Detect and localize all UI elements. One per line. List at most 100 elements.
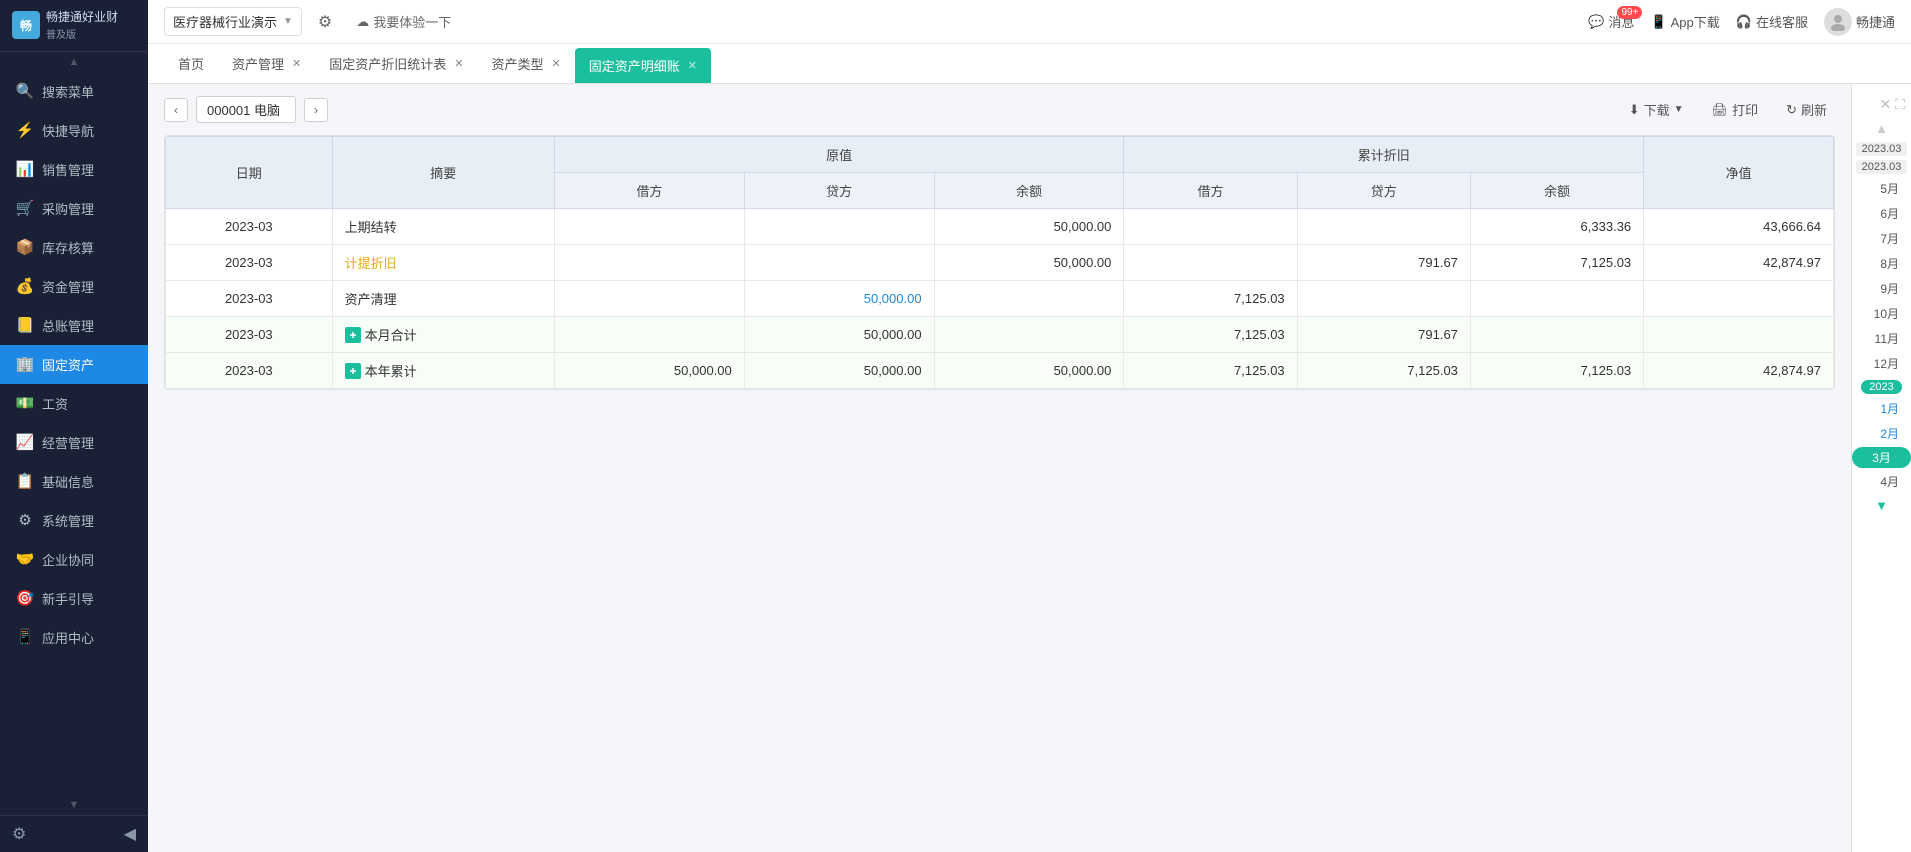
toolbar-right: ⬇ 下载 ▼ 🖨 打印 ↻ 刷新	[1621, 96, 1835, 123]
th-acc-credit: 贷方	[1297, 173, 1470, 209]
data-table: 日期 摘要 原值 累计折旧 净值 借方 贷方 余额 借方 贷方 余额	[164, 135, 1835, 390]
cell-orig-debit	[554, 209, 744, 245]
company-selector[interactable]: 医疗器械行业演示 ▼	[164, 7, 302, 36]
timeline-month-6[interactable]: 6月	[1852, 201, 1911, 226]
tab-asset-detail[interactable]: 固定资产明细账 ✕	[575, 48, 711, 83]
timeline-scroll-up[interactable]: ▲	[1871, 117, 1892, 140]
cell-orig-credit: 50,000.00	[744, 317, 934, 353]
sidebar-item-company-collab[interactable]: 🤝 企业协同	[0, 540, 148, 579]
tab-depreciation-close[interactable]: ✕	[454, 57, 463, 70]
table-row: 2023-03 资产清理 50,000.00 7,125.03	[166, 281, 1834, 317]
timeline-month-10[interactable]: 10月	[1852, 301, 1911, 326]
sidebar-item-ledger[interactable]: 📒 总账管理	[0, 306, 148, 345]
sidebar-item-inventory[interactable]: 📦 库存核算	[0, 228, 148, 267]
sidebar-item-system[interactable]: ⚙ 系统管理	[0, 501, 148, 540]
sidebar-item-label: 总账管理	[42, 316, 94, 335]
settings-bottom-icon[interactable]: ⚙	[12, 824, 26, 844]
logo-name: 畅捷通好业财	[46, 10, 118, 26]
timeline-month-3-active[interactable]: 3月	[1852, 447, 1911, 468]
cell-acc-debit: 7,125.03	[1124, 281, 1297, 317]
experience-button[interactable]: ☁ 我要体验一下	[356, 12, 451, 31]
message-button[interactable]: 💬 消息 99+	[1588, 12, 1634, 31]
th-acc-balance: 余额	[1470, 173, 1643, 209]
print-button[interactable]: 🖨 打印	[1704, 96, 1767, 123]
timeline-month-5[interactable]: 5月	[1852, 176, 1911, 201]
cell-net-value: 42,874.97	[1644, 353, 1834, 389]
sidebar-item-purchase[interactable]: 🛒 采购管理	[0, 189, 148, 228]
header-right: 💬 消息 99+ 📱 App下载 🎧 在线客服 畅捷通	[1588, 8, 1895, 36]
table-row: 2023-03 本年累计 50,000.00 50,000.0	[166, 353, 1834, 389]
next-asset-button[interactable]: ›	[304, 98, 328, 122]
cell-summary: 上期结转	[332, 209, 554, 245]
sidebar-menu: 🔍 搜索菜单 ⚡ 快捷导航 📊 销售管理 🛒 采购管理 📦 库存核算 💰 资金管…	[0, 72, 148, 795]
sidebar-scroll-down[interactable]: ▼	[0, 795, 148, 815]
sidebar-item-app-center[interactable]: 📱 应用中心	[0, 618, 148, 657]
prev-asset-button[interactable]: ‹	[164, 98, 188, 122]
timeline-month-12[interactable]: 12月	[1852, 351, 1911, 376]
asset-id-display: 000001 电脑	[196, 96, 296, 123]
sidebar-item-label: 工资	[42, 394, 68, 413]
refresh-button[interactable]: ↻ 刷新	[1778, 96, 1835, 123]
tab-asset-manage[interactable]: 资产管理 ✕	[218, 46, 315, 83]
tab-home[interactable]: 首页	[164, 46, 218, 83]
timeline-close-icon[interactable]: ✕	[1879, 96, 1891, 113]
tab-asset-manage-close[interactable]: ✕	[292, 57, 301, 70]
cell-date: 2023-03	[166, 245, 333, 281]
header-settings-icon[interactable]: ⚙	[314, 8, 336, 36]
timeline-year-badge[interactable]: 2023	[1861, 380, 1901, 394]
timeline-scroll-down[interactable]: ▼	[1871, 494, 1892, 517]
timeline-month-1[interactable]: 1月	[1852, 396, 1911, 421]
download-button[interactable]: ⬇ 下载 ▼	[1621, 96, 1692, 123]
sidebar-item-fixed-assets[interactable]: 🏢 固定资产	[0, 345, 148, 384]
user-profile[interactable]: 畅捷通	[1824, 8, 1895, 36]
sidebar-item-guide[interactable]: 🎯 新手引导	[0, 579, 148, 618]
sidebar-item-label: 固定资产	[42, 355, 94, 374]
content-area: ‹ 000001 电脑 › ⬇ 下载 ▼ 🖨 打印 ↻ 刷新	[148, 84, 1911, 852]
business-icon: 📈	[16, 433, 34, 451]
th-accumulated-depreciation: 累计折旧	[1124, 137, 1644, 173]
app-download-button[interactable]: 📱 App下载	[1650, 12, 1719, 31]
tab-asset-detail-close[interactable]: ✕	[688, 59, 697, 72]
collapse-icon[interactable]: ◀	[124, 824, 136, 844]
th-orig-balance: 余额	[934, 173, 1124, 209]
timeline-expand-icon[interactable]: ⛶	[1895, 96, 1905, 113]
sidebar-item-search[interactable]: 🔍 搜索菜单	[0, 72, 148, 111]
timeline-month-8[interactable]: 8月	[1852, 251, 1911, 276]
logo-icon: 畅	[12, 11, 40, 39]
month-icon	[345, 327, 361, 343]
cell-orig-credit	[744, 245, 934, 281]
tab-depreciation[interactable]: 固定资产折旧统计表 ✕	[315, 46, 477, 83]
year-total-label: 本年累计	[365, 361, 417, 380]
sidebar-item-sales[interactable]: 📊 销售管理	[0, 150, 148, 189]
sidebar-item-quick-nav[interactable]: ⚡ 快捷导航	[0, 111, 148, 150]
cell-acc-credit	[1297, 281, 1470, 317]
timeline-top-icons: ✕ ⛶	[1852, 92, 1911, 117]
online-service-button[interactable]: 🎧 在线客服	[1736, 12, 1808, 31]
timeline-month-11[interactable]: 11月	[1852, 326, 1911, 351]
cell-acc-credit	[1297, 209, 1470, 245]
cell-net-value: 43,666.64	[1644, 209, 1834, 245]
nav-row: ‹ 000001 电脑 › ⬇ 下载 ▼ 🖨 打印 ↻ 刷新	[164, 96, 1835, 123]
timeline-year-header-2: 2023.03	[1856, 160, 1908, 174]
sidebar-scroll-up[interactable]: ▲	[0, 52, 148, 72]
sidebar-item-business[interactable]: 📈 经营管理	[0, 423, 148, 462]
experience-icon: ☁	[356, 14, 369, 30]
message-badge: 99+	[1617, 6, 1642, 19]
timeline-month-7[interactable]: 7月	[1852, 226, 1911, 251]
print-icon: 🖨	[1712, 102, 1729, 118]
tab-asset-type-close[interactable]: ✕	[552, 57, 561, 70]
sidebar-item-label: 经营管理	[42, 433, 94, 452]
timeline-month-9[interactable]: 9月	[1852, 276, 1911, 301]
timeline-month-4[interactable]: 4月	[1852, 469, 1911, 494]
cell-net-value	[1644, 281, 1834, 317]
tab-asset-type[interactable]: 资产类型 ✕	[477, 46, 574, 83]
sidebar-item-label: 资金管理	[42, 277, 94, 296]
sidebar-item-finance[interactable]: 💰 资金管理	[0, 267, 148, 306]
sidebar-item-payroll[interactable]: 💵 工资	[0, 384, 148, 423]
cell-acc-debit: 7,125.03	[1124, 353, 1297, 389]
timeline-month-2[interactable]: 2月	[1852, 421, 1911, 446]
tab-asset-detail-label: 固定资产明细账	[589, 56, 680, 75]
sidebar-item-basic-info[interactable]: 📋 基础信息	[0, 462, 148, 501]
fixed-assets-icon: 🏢	[16, 355, 34, 373]
cell-acc-debit	[1124, 209, 1297, 245]
